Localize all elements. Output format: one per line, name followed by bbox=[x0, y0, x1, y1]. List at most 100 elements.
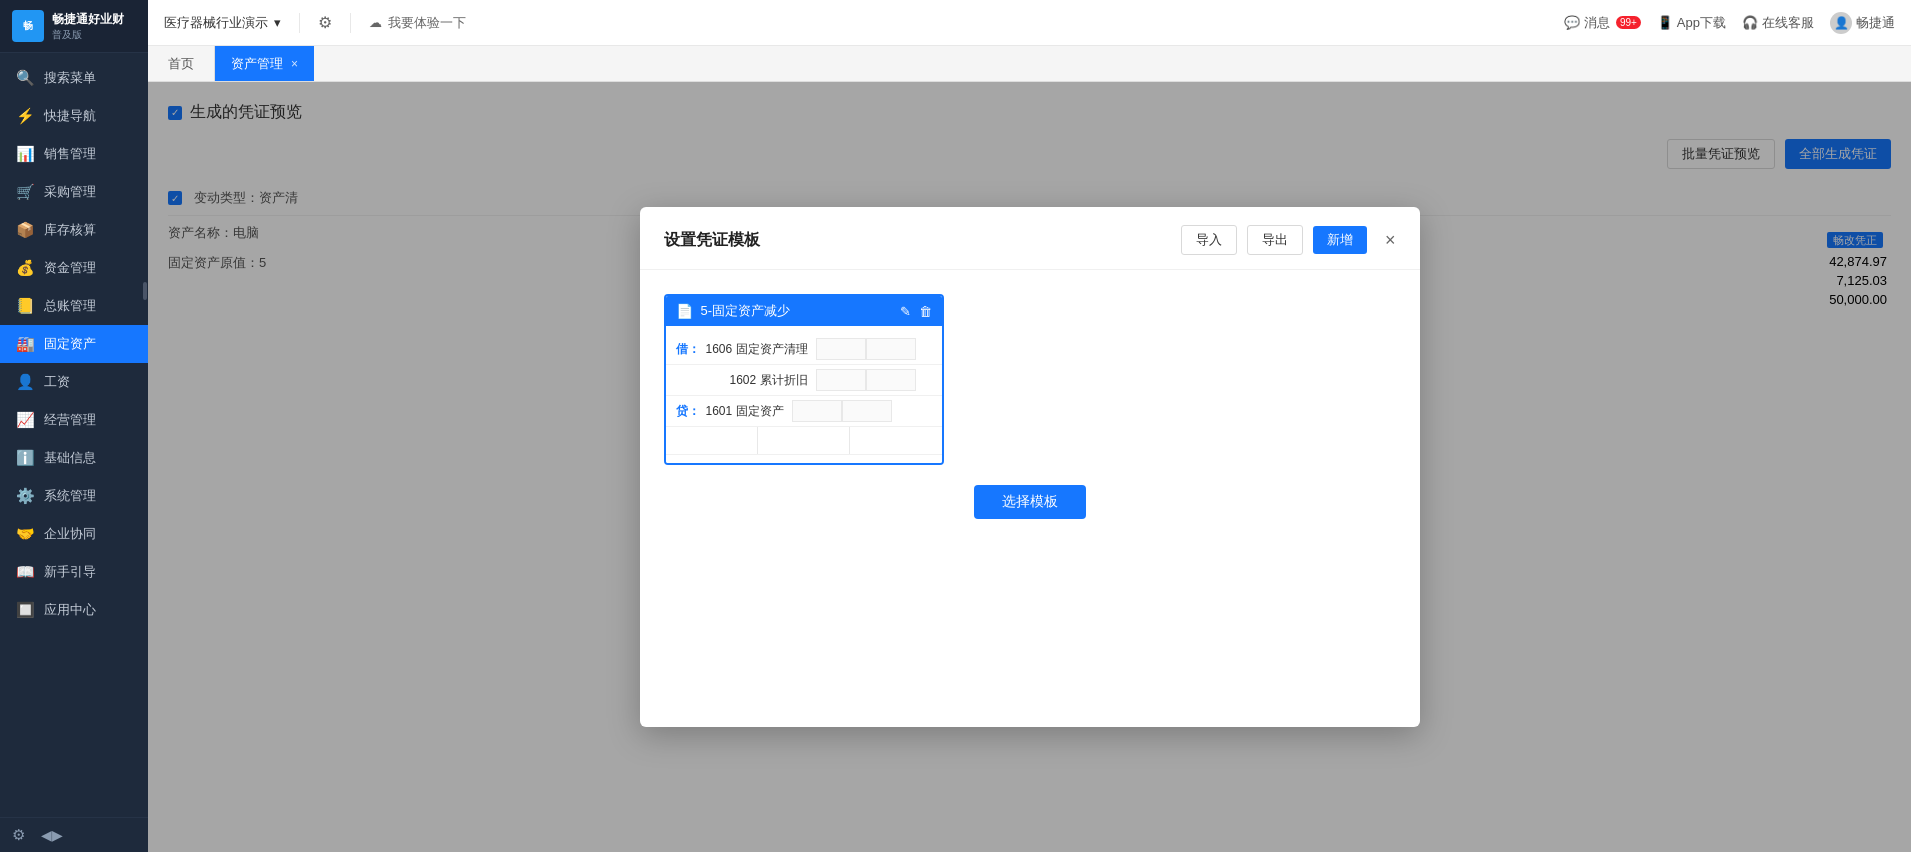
tab-close-icon[interactable]: × bbox=[291, 57, 298, 71]
cell-1 bbox=[816, 338, 866, 360]
empty-cell-3 bbox=[850, 427, 941, 454]
cell-3 bbox=[816, 369, 866, 391]
footer-settings-icon[interactable]: ⚙ bbox=[12, 826, 25, 844]
template-doc-icon: 📄 bbox=[676, 303, 693, 319]
sidebar-item-label: 新手引导 bbox=[44, 563, 96, 581]
modal-header: 设置凭证模板 导入 导出 新增 × bbox=[640, 207, 1420, 270]
phone-icon: 📱 bbox=[1657, 15, 1673, 30]
sidebar-item-purchase[interactable]: 🛒 采购管理 bbox=[0, 173, 148, 211]
topbar-settings-icon[interactable]: ⚙ bbox=[318, 13, 332, 32]
tab-assets[interactable]: 资产管理 × bbox=[215, 46, 314, 81]
select-template-btn[interactable]: 选择模板 bbox=[974, 485, 1086, 519]
quick-nav-icon: ⚡ bbox=[16, 107, 34, 125]
topbar-divider1 bbox=[299, 13, 300, 33]
sidebar-item-capital[interactable]: 💰 资金管理 bbox=[0, 249, 148, 287]
sidebar-item-search[interactable]: 🔍 搜索菜单 bbox=[0, 59, 148, 97]
purchase-icon: 🛒 bbox=[16, 183, 34, 201]
sidebar-item-sales[interactable]: 📊 销售管理 bbox=[0, 135, 148, 173]
template-card: 📄 5-固定资产减少 ✎ 🗑 借： bbox=[664, 294, 944, 465]
sidebar: 畅 畅捷通好业财 普及版 🔍 搜索菜单 ⚡ 快捷导航 📊 销售管理 🛒 采购管理… bbox=[0, 0, 148, 852]
modal-title: 设置凭证模板 bbox=[664, 230, 760, 251]
service-icon: 🎧 bbox=[1742, 15, 1758, 30]
sidebar-item-apps[interactable]: 🔲 应用中心 bbox=[0, 591, 148, 629]
sidebar-item-label: 库存核算 bbox=[44, 221, 96, 239]
modal-close-icon[interactable]: × bbox=[1385, 230, 1396, 251]
app-download-label: App下载 bbox=[1677, 14, 1726, 32]
row2-cells bbox=[816, 369, 916, 391]
template-row-3: 贷： 1601 固定资产 bbox=[666, 396, 942, 427]
new-btn[interactable]: 新增 bbox=[1313, 226, 1367, 254]
template-edit-icon[interactable]: ✎ bbox=[900, 304, 911, 319]
sidebar-item-inventory[interactable]: 📦 库存核算 bbox=[0, 211, 148, 249]
modal-body: 📄 5-固定资产减少 ✎ 🗑 借： bbox=[640, 270, 1420, 727]
tab-home-label: 首页 bbox=[168, 55, 194, 73]
company-name: 医疗器械行业演示 bbox=[164, 14, 268, 32]
sidebar-item-label: 固定资产 bbox=[44, 335, 96, 353]
row1-code: 1606 固定资产清理 bbox=[706, 341, 808, 358]
experience-link[interactable]: ☁ 我要体验一下 bbox=[369, 14, 466, 32]
app-download-btn[interactable]: 📱 App下载 bbox=[1657, 14, 1726, 32]
row3-code: 1601 固定资产 bbox=[706, 403, 784, 420]
sidebar-item-quicknav[interactable]: ⚡ 快捷导航 bbox=[0, 97, 148, 135]
cloud-icon: ☁ bbox=[369, 15, 382, 30]
sidebar-item-label: 总账管理 bbox=[44, 297, 96, 315]
inventory-icon: 📦 bbox=[16, 221, 34, 239]
template-row-2: 1602 累计折旧 bbox=[666, 365, 942, 396]
online-service-btn[interactable]: 🎧 在线客服 bbox=[1742, 14, 1814, 32]
sidebar-item-label: 搜索菜单 bbox=[44, 69, 96, 87]
row1-type: 借： bbox=[676, 341, 706, 358]
template-header-left: 📄 5-固定资产减少 bbox=[676, 302, 791, 320]
online-service-label: 在线客服 bbox=[1762, 14, 1814, 32]
search-menu-icon: 🔍 bbox=[16, 69, 34, 87]
template-delete-icon[interactable]: 🗑 bbox=[919, 304, 932, 319]
topbar: 医疗器械行业演示 ▾ ⚙ ☁ 我要体验一下 💬 消息 99+ 📱 App下载 🎧… bbox=[148, 0, 1911, 46]
modal: 设置凭证模板 导入 导出 新增 × 📄 bbox=[640, 207, 1420, 727]
sidebar-item-enterprise[interactable]: 🤝 企业协同 bbox=[0, 515, 148, 553]
tab-assets-label: 资产管理 bbox=[231, 55, 283, 73]
enterprise-icon: 🤝 bbox=[16, 525, 34, 543]
sidebar-item-label: 经营管理 bbox=[44, 411, 96, 429]
company-selector[interactable]: 医疗器械行业演示 ▾ bbox=[164, 14, 281, 32]
messages-btn[interactable]: 💬 消息 99+ bbox=[1564, 14, 1641, 32]
sidebar-item-salary[interactable]: 👤 工资 bbox=[0, 363, 148, 401]
cell-2 bbox=[866, 338, 916, 360]
sidebar-header: 畅 畅捷通好业财 普及版 bbox=[0, 0, 148, 53]
tab-home[interactable]: 首页 bbox=[148, 46, 215, 81]
sidebar-scroll-thumb bbox=[143, 282, 147, 300]
operations-icon: 📈 bbox=[16, 411, 34, 429]
salary-icon: 👤 bbox=[16, 373, 34, 391]
empty-cell-1 bbox=[666, 427, 758, 454]
experience-text: 我要体验一下 bbox=[388, 14, 466, 32]
sidebar-nav: 🔍 搜索菜单 ⚡ 快捷导航 📊 销售管理 🛒 采购管理 📦 库存核算 💰 资金管… bbox=[0, 53, 148, 817]
main-area: 医疗器械行业演示 ▾ ⚙ ☁ 我要体验一下 💬 消息 99+ 📱 App下载 🎧… bbox=[148, 0, 1911, 852]
app-title-wrap: 畅捷通好业财 普及版 bbox=[52, 11, 124, 42]
sidebar-item-label: 基础信息 bbox=[44, 449, 96, 467]
sidebar-item-label: 工资 bbox=[44, 373, 70, 391]
sidebar-item-system[interactable]: ⚙️ 系统管理 bbox=[0, 477, 148, 515]
messages-label: 消息 bbox=[1584, 14, 1610, 32]
sidebar-item-label: 资金管理 bbox=[44, 259, 96, 277]
sidebar-item-basics[interactable]: ℹ️ 基础信息 bbox=[0, 439, 148, 477]
sidebar-item-fixed-assets[interactable]: 🏭 固定资产 bbox=[0, 325, 148, 363]
sidebar-item-ledger[interactable]: 📒 总账管理 bbox=[0, 287, 148, 325]
footer-toggle-icon[interactable]: ◀▶ bbox=[41, 827, 63, 843]
messages-badge: 99+ bbox=[1616, 16, 1641, 29]
basics-icon: ℹ️ bbox=[16, 449, 34, 467]
sidebar-item-label: 快捷导航 bbox=[44, 107, 96, 125]
export-btn[interactable]: 导出 bbox=[1247, 225, 1303, 255]
sidebar-item-guide[interactable]: 📖 新手引导 bbox=[0, 553, 148, 591]
guide-icon: 📖 bbox=[16, 563, 34, 581]
cell-5 bbox=[792, 400, 842, 422]
sidebar-item-operations[interactable]: 📈 经营管理 bbox=[0, 401, 148, 439]
row3-cells bbox=[792, 400, 892, 422]
template-name: 5-固定资产减少 bbox=[701, 302, 791, 320]
sidebar-footer: ⚙ ◀▶ bbox=[0, 817, 148, 852]
user-btn[interactable]: 👤 畅捷通 bbox=[1830, 12, 1895, 34]
user-label: 畅捷通 bbox=[1856, 14, 1895, 32]
import-btn[interactable]: 导入 bbox=[1181, 225, 1237, 255]
user-avatar-icon: 👤 bbox=[1830, 12, 1852, 34]
cell-4 bbox=[866, 369, 916, 391]
fixed-assets-icon: 🏭 bbox=[16, 335, 34, 353]
empty-row bbox=[666, 427, 942, 455]
sales-icon: 📊 bbox=[16, 145, 34, 163]
